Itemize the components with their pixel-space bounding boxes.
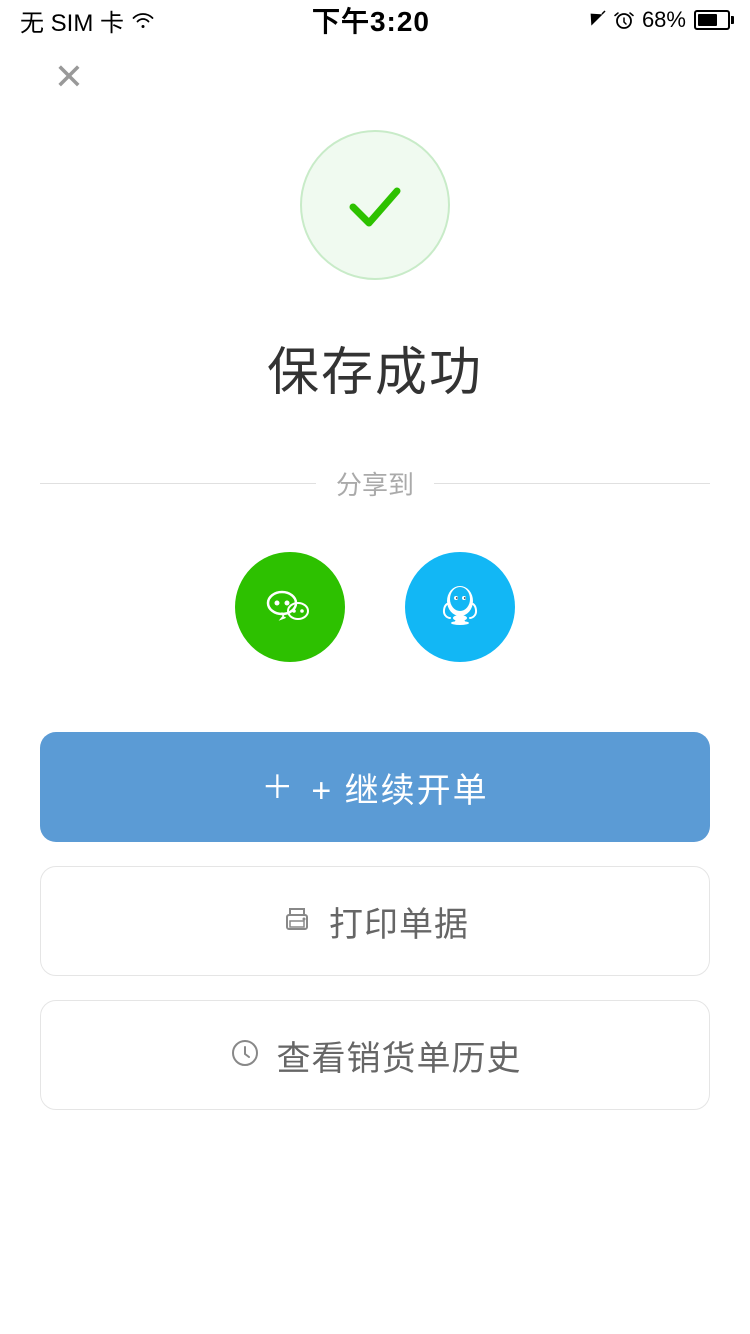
- status-time: 下午3:20: [312, 0, 430, 40]
- close-button[interactable]: ✕: [44, 52, 94, 102]
- share-section: 分享到: [0, 465, 750, 732]
- print-label: 打印单据: [329, 897, 469, 946]
- action-buttons: ＋ + 继续开单 打印单据 查看销货单历: [0, 732, 750, 1110]
- share-divider: 分享到: [40, 465, 710, 502]
- divider-left: [40, 483, 316, 484]
- print-button[interactable]: 打印单据: [40, 866, 710, 976]
- divider-right: [434, 483, 710, 484]
- printer-icon: [281, 903, 313, 940]
- status-right: 68%: [588, 7, 730, 33]
- share-icons: [40, 552, 710, 662]
- close-icon: ✕: [54, 59, 84, 95]
- plus-icon: ＋: [261, 771, 295, 803]
- location-icon: [588, 10, 606, 30]
- battery-percentage: 68%: [642, 7, 686, 33]
- status-left: 无 SIM 卡: [20, 3, 154, 38]
- status-bar: 无 SIM 卡 下午3:20 68%: [0, 0, 750, 40]
- share-label: 分享到: [336, 465, 414, 502]
- wifi-icon: [132, 12, 154, 28]
- qq-icon: [429, 576, 491, 638]
- main-content: 保存成功 分享到: [0, 40, 750, 1110]
- history-label: 查看销货单历史: [277, 1031, 522, 1080]
- success-title: 保存成功: [267, 330, 483, 405]
- continue-button[interactable]: ＋ + 继续开单: [40, 732, 710, 842]
- history-button[interactable]: 查看销货单历史: [40, 1000, 710, 1110]
- sim-status: 无 SIM 卡: [20, 3, 124, 38]
- continue-label: + 继续开单: [311, 763, 488, 812]
- qq-share-button[interactable]: [405, 552, 515, 662]
- alarm-icon: [614, 10, 634, 30]
- wechat-share-button[interactable]: [235, 552, 345, 662]
- success-circle: [300, 130, 450, 280]
- checkmark-icon: [339, 169, 411, 241]
- battery-icon: [694, 10, 730, 30]
- clock-icon: [229, 1037, 261, 1074]
- wechat-icon: [260, 577, 320, 637]
